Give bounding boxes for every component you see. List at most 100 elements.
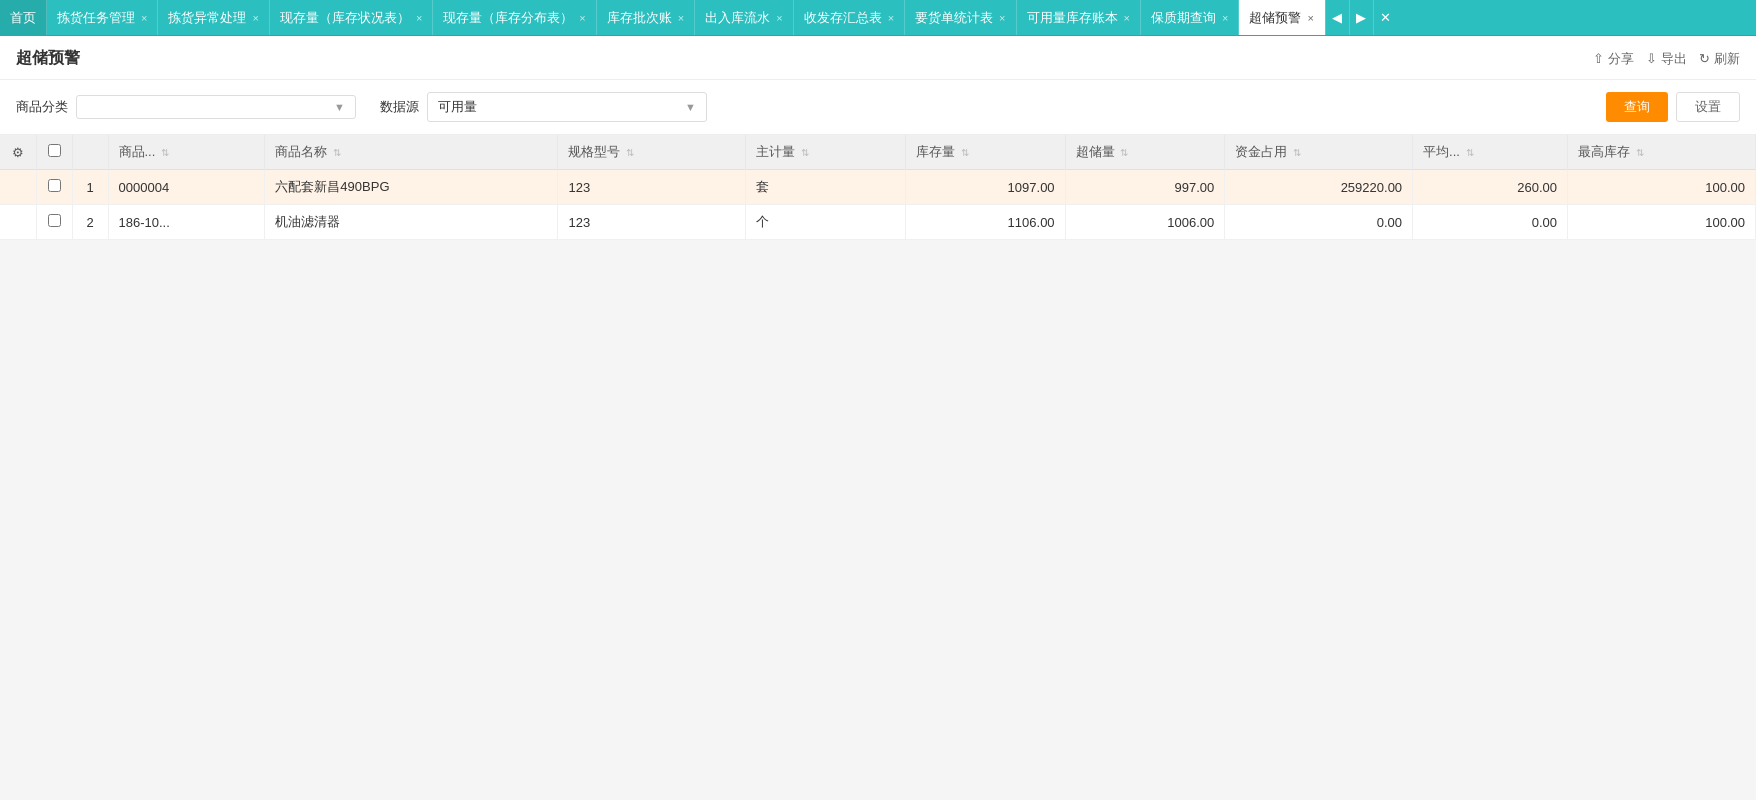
nav-item-inout-flow[interactable]: 出入库流水 × [695, 0, 793, 35]
col-num-header [72, 135, 108, 170]
nav-item-order-stats[interactable]: 要货单统计表 × [905, 0, 1016, 35]
row-checkbox-0[interactable] [48, 179, 61, 192]
col-capital-header[interactable]: 资金占用 ⇅ [1225, 135, 1413, 170]
nav-label-order-stats: 要货单统计表 [915, 9, 993, 27]
col-name-sort-icon: ⇅ [333, 147, 341, 158]
page-title: 超储预警 [16, 48, 80, 69]
category-select[interactable]: ▼ [76, 95, 356, 119]
nav-item-stock-dist[interactable]: 现存量（库存分布表） × [433, 0, 596, 35]
data-table: ⚙ 商品... ⇅ 商品名称 ⇅ 规格型号 [0, 135, 1756, 240]
table-header-row: ⚙ 商品... ⇅ 商品名称 ⇅ 规格型号 [0, 135, 1756, 170]
row-overstock-cell: 1006.00 [1065, 205, 1225, 240]
select-all-checkbox[interactable] [48, 144, 61, 157]
export-button[interactable]: ⇩ 导出 [1646, 50, 1687, 68]
row-avg-cell: 0.00 [1413, 205, 1568, 240]
row-name-cell: 六配套新昌490BPG [265, 170, 558, 205]
nav-close-order-stats[interactable]: × [999, 12, 1005, 24]
col-stock-label: 库存量 [916, 144, 955, 159]
row-checkbox-1[interactable] [48, 214, 61, 227]
col-overstock-header[interactable]: 超储量 ⇅ [1065, 135, 1225, 170]
col-maxstock-header[interactable]: 最高库存 ⇅ [1568, 135, 1756, 170]
table-row: 2 186-10... 机油滤清器 123 个 1106.00 1006.00 … [0, 205, 1756, 240]
nav-close-all-arrow[interactable]: ✕ [1373, 0, 1397, 35]
row-spec-cell: 123 [558, 170, 746, 205]
page-header: 超储预警 ⇧ 分享 ⇩ 导出 ↻ 刷新 [0, 36, 1756, 80]
share-button[interactable]: ⇧ 分享 [1593, 50, 1634, 68]
col-checkbox-header[interactable] [36, 135, 72, 170]
nav-close-abnormal[interactable]: × [252, 12, 258, 24]
nav-item-abnormal[interactable]: 拣货异常处理 × [158, 0, 269, 35]
nav-item-stock-status[interactable]: 现存量（库存状况表） × [270, 0, 433, 35]
datasource-value: 可用量 [438, 98, 477, 116]
col-name-header[interactable]: 商品名称 ⇅ [265, 135, 558, 170]
col-stock-sort-icon: ⇅ [961, 147, 969, 158]
datasource-select[interactable]: 可用量 ▼ [427, 92, 707, 122]
nav-close-task-mgmt[interactable]: × [141, 12, 147, 24]
nav-label-inout-flow: 出入库流水 [705, 9, 770, 27]
nav-label-quality-check: 保质期查询 [1151, 9, 1216, 27]
nav-label-home: 首页 [10, 9, 36, 27]
nav-item-home[interactable]: 首页 [0, 0, 47, 35]
table-row: 1 0000004 六配套新昌490BPG 123 套 1097.00 997.… [0, 170, 1756, 205]
col-settings[interactable]: ⚙ [0, 135, 36, 170]
row-capital-cell: 259220.00 [1225, 170, 1413, 205]
col-capital-sort-icon: ⇅ [1293, 147, 1301, 158]
col-code-header[interactable]: 商品... ⇅ [108, 135, 265, 170]
col-unit-header[interactable]: 主计量 ⇅ [746, 135, 906, 170]
share-label: 分享 [1608, 50, 1634, 68]
col-spec-sort-icon: ⇅ [626, 147, 634, 158]
row-code-cell: 186-10... [108, 205, 265, 240]
col-overstock-sort-icon: ⇅ [1120, 147, 1128, 158]
row-overstock-cell: 997.00 [1065, 170, 1225, 205]
row-num-cell: 2 [72, 205, 108, 240]
nav-item-task-mgmt[interactable]: 拣货任务管理 × [47, 0, 158, 35]
nav-item-quality-check[interactable]: 保质期查询 × [1141, 0, 1239, 35]
nav-close-overstock[interactable]: × [1307, 12, 1313, 24]
row-avg-cell: 260.00 [1413, 170, 1568, 205]
col-spec-header[interactable]: 规格型号 ⇅ [558, 135, 746, 170]
nav-close-quality-check[interactable]: × [1222, 12, 1228, 24]
nav-close-stock-dist[interactable]: × [579, 12, 585, 24]
settings-button[interactable]: 设置 [1676, 92, 1740, 122]
query-button[interactable]: 查询 [1606, 92, 1668, 122]
nav-label-task-mgmt: 拣货任务管理 [57, 9, 135, 27]
col-avg-header[interactable]: 平均... ⇅ [1413, 135, 1568, 170]
filter-datasource: 数据源 可用量 ▼ [380, 92, 707, 122]
nav-close-recv-send[interactable]: × [888, 12, 894, 24]
nav-label-stock-dist: 现存量（库存分布表） [443, 9, 573, 27]
row-checkbox-cell[interactable] [36, 170, 72, 205]
row-num-cell: 1 [72, 170, 108, 205]
col-stock-header[interactable]: 库存量 ⇅ [905, 135, 1065, 170]
nav-label-stock-status: 现存量（库存状况表） [280, 9, 410, 27]
col-code-sort-icon: ⇅ [161, 147, 169, 158]
datasource-arrow-icon: ▼ [685, 101, 696, 113]
nav-item-stock-batch[interactable]: 库存批次账 × [597, 0, 695, 35]
nav-next-arrow[interactable]: ▶ [1349, 0, 1373, 35]
nav-item-available-stock[interactable]: 可用量库存账本 × [1017, 0, 1141, 35]
nav-close-inout-flow[interactable]: × [776, 12, 782, 24]
nav-item-overstock[interactable]: 超储预警 × [1239, 0, 1324, 35]
nav-close-stock-status[interactable]: × [416, 12, 422, 24]
row-code-cell: 0000004 [108, 170, 265, 205]
col-maxstock-label: 最高库存 [1578, 144, 1630, 159]
header-actions: ⇧ 分享 ⇩ 导出 ↻ 刷新 [1593, 50, 1740, 68]
col-unit-sort-icon: ⇅ [801, 147, 809, 158]
nav-close-stock-batch[interactable]: × [678, 12, 684, 24]
export-label: 导出 [1661, 50, 1687, 68]
row-spec-cell: 123 [558, 205, 746, 240]
nav-prev-arrow[interactable]: ◀ [1325, 0, 1349, 35]
share-icon: ⇧ [1593, 51, 1604, 66]
col-unit-label: 主计量 [756, 144, 795, 159]
nav-close-available-stock[interactable]: × [1124, 12, 1130, 24]
row-checkbox-cell[interactable] [36, 205, 72, 240]
datasource-label: 数据源 [380, 98, 419, 116]
export-icon: ⇩ [1646, 51, 1657, 66]
col-maxstock-sort-icon: ⇅ [1636, 147, 1644, 158]
refresh-button[interactable]: ↻ 刷新 [1699, 50, 1740, 68]
nav-bar: 首页 拣货任务管理 × 拣货异常处理 × 现存量（库存状况表） × 现存量（库存… [0, 0, 1756, 36]
category-label: 商品分类 [16, 98, 68, 116]
nav-item-recv-send[interactable]: 收发存汇总表 × [794, 0, 905, 35]
col-capital-label: 资金占用 [1235, 144, 1287, 159]
filter-bar: 商品分类 ▼ 数据源 可用量 ▼ 查询 设置 [0, 80, 1756, 135]
row-capital-cell: 0.00 [1225, 205, 1413, 240]
